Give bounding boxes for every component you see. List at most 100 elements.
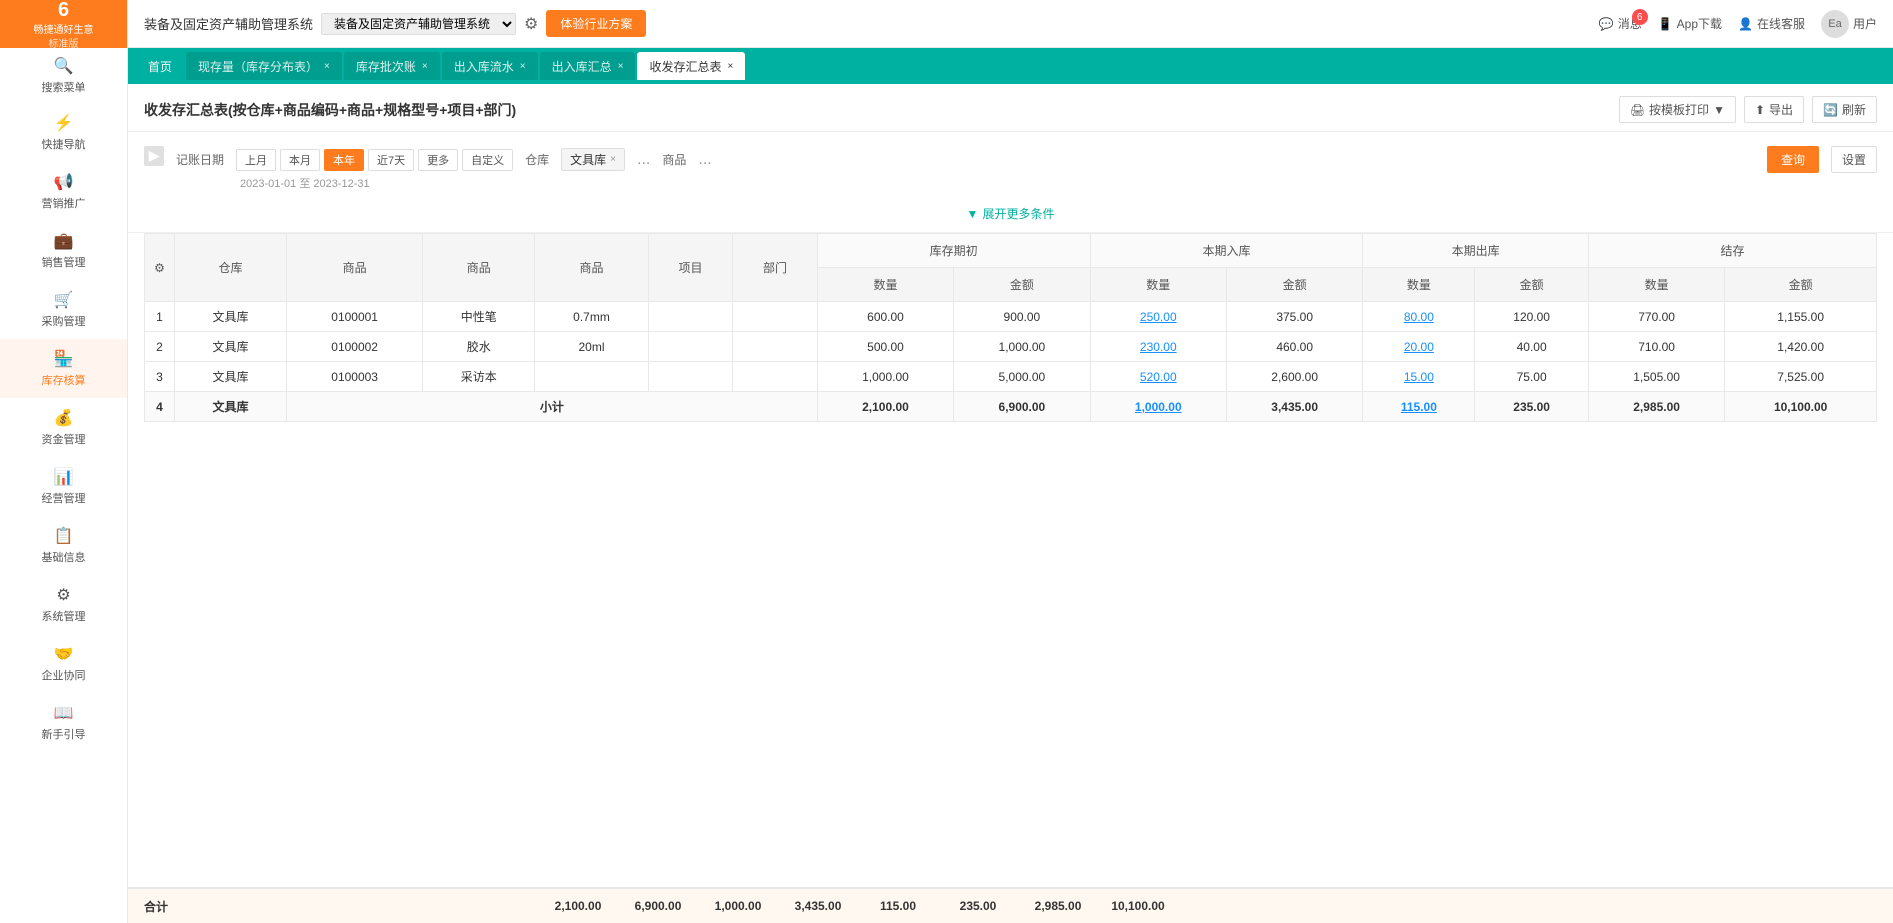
quicknav-icon: ⚡ — [54, 113, 74, 133]
tab-home[interactable]: 首页 — [136, 52, 184, 80]
sidebar-item-collab[interactable]: 🤝 企业协同 — [0, 634, 127, 693]
warehouse-tag-close[interactable]: × — [610, 154, 616, 165]
sidebar-item-newbie[interactable]: 📖 新手引导 — [0, 693, 127, 752]
row3-code: 0100003 — [286, 362, 422, 392]
purchase-icon: 🛒 — [54, 290, 74, 310]
table-container: ⚙ 仓库 商品 商品 商品 项目 部门 库存期初 本期入库 本期出库 结存 — [128, 233, 1893, 887]
sidebar-item-inventory[interactable]: 🏪 库存核算 — [0, 339, 127, 398]
tab-inout-flow[interactable]: 出入库流水 × — [442, 52, 538, 80]
filter-collapse-btn[interactable]: ▶ — [144, 146, 164, 166]
date-range-row: 2023-01-01 至 2023-12-31 — [176, 173, 1877, 191]
query-button[interactable]: 查询 — [1767, 146, 1819, 173]
export-button[interactable]: ⬆ 导出 — [1744, 96, 1804, 123]
warehouse-more-btn[interactable]: ... — [637, 151, 650, 169]
online-service-item[interactable]: 👤 在线客服 — [1738, 15, 1805, 32]
subtotal-in-qty[interactable]: 1,000.00 — [1090, 392, 1226, 422]
row3-out-qty[interactable]: 15.00 — [1363, 362, 1475, 392]
row2-spec: 20ml — [535, 332, 648, 362]
tab-inventory-dist[interactable]: 现存量（库存分布表） × — [186, 52, 342, 80]
custom-btn[interactable]: 自定义 — [462, 149, 513, 171]
header-right: 💬 消息 6 📱 App下载 👤 在线客服 Ea 用户 — [1599, 10, 1877, 38]
sidebar-item-basic[interactable]: 📋 基础信息 — [0, 516, 127, 575]
sidebar-item-system[interactable]: ⚙ 系统管理 — [0, 575, 127, 634]
row1-in-qty[interactable]: 250.00 — [1090, 302, 1226, 332]
col-warehouse: 仓库 — [175, 234, 287, 302]
row3-open-amt: 5,000.00 — [954, 362, 1090, 392]
settings-icon[interactable]: ⚙ — [524, 14, 538, 34]
system-select[interactable]: 装备及固定资产辅助管理系统 — [321, 13, 516, 35]
date-range: 2023-01-01 至 2023-12-31 — [240, 175, 370, 191]
sidebar-item-marketing[interactable]: 📢 营销推广 — [0, 162, 127, 221]
subtotal-close-qty: 2,985.00 — [1588, 392, 1724, 422]
col-name: 商品 — [423, 234, 535, 302]
goods-more-btn[interactable]: ... — [698, 151, 711, 169]
tab-recv-send-label: 收发存汇总表 — [649, 58, 721, 75]
this-year-btn[interactable]: 本年 — [324, 149, 364, 171]
col-out-amt: 金额 — [1475, 268, 1589, 302]
tab-bar: 首页 现存量（库存分布表） × 库存批次账 × 出入库流水 × 出入库汇总 × … — [128, 48, 1893, 84]
subtotal-out-qty[interactable]: 115.00 — [1363, 392, 1475, 422]
expand-btn[interactable]: ▼ 展开更多条件 — [967, 205, 1055, 222]
row1-dept — [733, 302, 818, 332]
table-row: 1 文具库 0100001 中性笔 0.7mm 600.00 900.00 25… — [145, 302, 1877, 332]
row3-close-qty: 1,505.00 — [1588, 362, 1724, 392]
row2-name: 胶水 — [423, 332, 535, 362]
this-month-btn[interactable]: 本月 — [280, 149, 320, 171]
more-btn[interactable]: 更多 — [418, 149, 458, 171]
row1-out-qty[interactable]: 80.00 — [1363, 302, 1475, 332]
messages-item[interactable]: 💬 消息 6 — [1599, 15, 1642, 32]
sidebar-item-search[interactable]: 🔍 搜索菜单 — [0, 48, 127, 103]
refresh-button[interactable]: 🔄 刷新 — [1812, 96, 1877, 123]
settings-btn[interactable]: 设置 — [1831, 146, 1877, 173]
tab-inout-summary[interactable]: 出入库汇总 × — [540, 52, 636, 80]
col-open-qty: 数量 — [817, 268, 953, 302]
print-button[interactable]: 🖨 按模板打印 ▼ — [1619, 96, 1736, 123]
date-group: 上月 本月 本年 近7天 更多 自定义 — [236, 149, 513, 171]
row3-in-qty[interactable]: 520.00 — [1090, 362, 1226, 392]
print-dropdown-icon: ▼ — [1713, 103, 1725, 117]
sidebar-item-operations[interactable]: 📊 经营管理 — [0, 457, 127, 516]
basic-icon: 📋 — [54, 526, 74, 546]
app-download-item[interactable]: 📱 App下载 — [1658, 15, 1722, 32]
subtotal-close-amt: 10,100.00 — [1725, 392, 1877, 422]
col-project: 项目 — [648, 234, 733, 302]
row3-close-amt: 7,525.00 — [1725, 362, 1877, 392]
row2-out-qty[interactable]: 20.00 — [1363, 332, 1475, 362]
sidebar-label-operations: 经营管理 — [42, 490, 86, 506]
col-settings[interactable]: ⚙ — [145, 234, 175, 302]
row2-in-qty[interactable]: 230.00 — [1090, 332, 1226, 362]
sidebar-item-purchase[interactable]: 🛒 采购管理 — [0, 280, 127, 339]
sidebar-label-finance: 资金管理 — [42, 431, 86, 447]
search-icon: 🔍 — [54, 56, 74, 76]
sidebar-item-sales[interactable]: 💼 销售管理 — [0, 221, 127, 280]
row3-open-qty: 1,000.00 — [817, 362, 953, 392]
col-spec: 商品 — [535, 234, 648, 302]
message-icon: 💬 — [1599, 17, 1614, 31]
refresh-icon: 🔄 — [1823, 103, 1838, 117]
last7-btn[interactable]: 近7天 — [368, 149, 414, 171]
sidebar-label-collab: 企业协同 — [42, 667, 86, 683]
print-label: 按模板打印 — [1649, 101, 1709, 118]
sidebar-label-quicknav: 快捷导航 — [42, 136, 86, 152]
last-year-btn[interactable]: 上月 — [236, 149, 276, 171]
tab-inout-flow-close[interactable]: × — [520, 61, 526, 72]
total-out-amt: 235.00 — [938, 895, 1018, 917]
tab-inout-summary-close[interactable]: × — [618, 61, 624, 72]
sidebar-item-finance[interactable]: 💰 资金管理 — [0, 398, 127, 457]
trial-button[interactable]: 体验行业方案 — [546, 10, 646, 37]
subtotal-warehouse: 文具库 — [175, 392, 287, 422]
tab-recv-send[interactable]: 收发存汇总表 × — [637, 52, 745, 80]
tab-recv-send-close[interactable]: × — [727, 61, 733, 72]
row3-dept — [733, 362, 818, 392]
tab-batch[interactable]: 库存批次账 × — [344, 52, 440, 80]
tab-batch-close[interactable]: × — [422, 61, 428, 72]
tab-inventory-dist-close[interactable]: × — [324, 61, 330, 72]
user-label: 用户 — [1853, 15, 1877, 32]
filter-area: ▶ 记账日期 上月 本月 本年 近7天 更多 自定义 — [128, 132, 1893, 233]
sidebar-label-basic: 基础信息 — [42, 549, 86, 565]
user-item[interactable]: Ea 用户 — [1821, 10, 1877, 38]
table-row: 3 文具库 0100003 采访本 1,000.00 5,000.00 520.… — [145, 362, 1877, 392]
row3-no: 3 — [145, 362, 175, 392]
top-header: 装备及固定资产辅助管理系统 装备及固定资产辅助管理系统 ⚙ 体验行业方案 💬 消… — [128, 0, 1893, 48]
sidebar-item-quicknav[interactable]: ⚡ 快捷导航 — [0, 103, 127, 162]
